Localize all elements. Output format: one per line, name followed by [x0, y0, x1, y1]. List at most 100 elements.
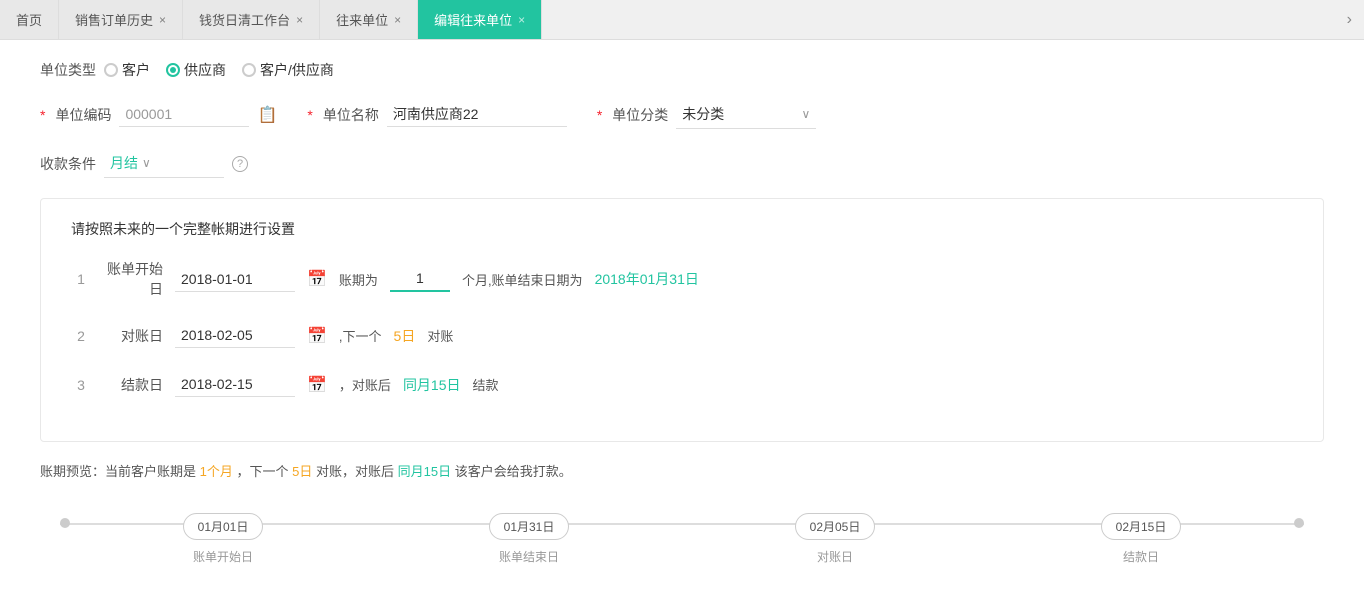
- unit-type-label: 单位类型: [40, 60, 96, 80]
- row-3-highlight: 同月15日: [403, 375, 461, 395]
- unit-type-row: 单位类型 客户 供应商 客户/供应商: [40, 60, 1324, 80]
- unit-name-label: 单位名称: [323, 105, 379, 125]
- radio-customer-label: 客户: [122, 60, 150, 80]
- row-3-date-input[interactable]: [175, 372, 295, 397]
- preview-part1: 1个月: [200, 464, 233, 479]
- row-3-suffix: 结款: [473, 375, 499, 394]
- timeline-label-1: 账单开始日: [193, 548, 253, 565]
- unit-category-chevron-icon: ∨: [801, 107, 810, 121]
- preview-sep2: 对账，对账后: [316, 464, 394, 479]
- row-3-prefix: ，对账后: [339, 375, 391, 394]
- payment-term-field: 收款条件 月结 ∨ ?: [40, 149, 248, 178]
- timeline-label-4: 结款日: [1123, 548, 1159, 565]
- unit-name-field: * 单位名称: [307, 102, 566, 127]
- row-2-date-input[interactable]: [175, 323, 295, 348]
- timeline-right-dot: [1294, 518, 1304, 528]
- preview-part2: 5日: [292, 464, 312, 479]
- timeline-nodes: 01月01日 账单开始日 01月31日 账单结束日 02月05日 对账日: [70, 513, 1294, 565]
- tab-more-button[interactable]: ›: [1335, 0, 1364, 39]
- row-2-label: 对账日: [103, 326, 163, 346]
- settlement-row-2: 2 对账日 📅 ,下一个 5日 对账: [71, 323, 1293, 348]
- timeline-label-2: 账单结束日: [499, 548, 559, 565]
- radio-customer-circle: [104, 63, 118, 77]
- timeline-node-2: 01月31日 账单结束日: [489, 513, 570, 565]
- row-3-num: 3: [71, 377, 91, 393]
- timeline-node-1: 01月01日 账单开始日: [183, 513, 264, 565]
- settlement-row-1: 1 账单开始日 📅 账期为 个月,账单结束日期为 2018年01月31日: [71, 259, 1293, 299]
- preview-text: 账期预览：当前客户账期是 1个月 ，下一个 5日 对账，对账后 同月15日 该客…: [40, 462, 1324, 483]
- row-3-calendar-icon[interactable]: 📅: [307, 375, 327, 395]
- tab-cashflow-close[interactable]: ×: [296, 13, 303, 27]
- unit-category-value: 未分类: [682, 104, 724, 124]
- tab-units[interactable]: 往来单位 ×: [320, 0, 418, 39]
- tab-units-close[interactable]: ×: [394, 13, 401, 27]
- preview-part3: 同月15日: [398, 464, 451, 479]
- settlement-row-3: 3 结款日 📅 ，对账后 同月15日 结款: [71, 372, 1293, 397]
- payment-term-select[interactable]: 月结 ∨: [104, 149, 224, 178]
- tab-sales-history-label: 销售订单历史: [75, 10, 153, 29]
- tab-cashflow[interactable]: 钱货日清工作台 ×: [183, 0, 320, 39]
- tab-edit-unit-close[interactable]: ×: [518, 13, 525, 27]
- unit-category-required: *: [597, 107, 602, 123]
- preview-sep1: ，下一个: [237, 464, 289, 479]
- unit-name-required: *: [307, 107, 312, 123]
- unit-code-required: *: [40, 107, 45, 123]
- radio-supplier-label: 供应商: [184, 60, 226, 80]
- timeline-node-3: 02月05日 对账日: [795, 513, 876, 565]
- payment-term-chevron-icon: ∨: [142, 156, 151, 170]
- unit-category-select[interactable]: 未分类 ∨: [676, 100, 816, 129]
- timeline-left-dot: [60, 518, 70, 528]
- row-1-num: 1: [71, 271, 91, 287]
- code-name-category-row: * 单位编码 📋 * 单位名称 * 单位分类 未分类 ∨: [40, 100, 1324, 129]
- unit-code-input[interactable]: [119, 102, 249, 127]
- row-1-calendar-icon[interactable]: 📅: [307, 269, 327, 289]
- unit-code-calendar-icon[interactable]: 📋: [257, 105, 277, 125]
- tab-sales-history[interactable]: 销售订单历史 ×: [59, 0, 183, 39]
- row-2-prefix: ,下一个: [339, 326, 382, 345]
- payment-term-value: 月结: [110, 153, 138, 173]
- payment-term-row: 收款条件 月结 ∨ ?: [40, 149, 1324, 178]
- row-2-calendar-icon[interactable]: 📅: [307, 326, 327, 346]
- timeline-bubble-3: 02月05日: [795, 513, 876, 540]
- row-1-label: 账单开始日: [103, 259, 163, 299]
- tab-cashflow-label: 钱货日清工作台: [199, 10, 290, 29]
- settlement-panel: 请按照未来的一个完整帐期进行设置 1 账单开始日 📅 账期为 个月,账单结束日期…: [40, 198, 1324, 442]
- row-2-num: 2: [71, 328, 91, 344]
- row-1-desc-before: 账期为: [339, 270, 378, 289]
- unit-name-input[interactable]: [387, 102, 567, 127]
- panel-title: 请按照未来的一个完整帐期进行设置: [71, 219, 1293, 239]
- timeline-container: 01月01日 账单开始日 01月31日 账单结束日 02月05日 对账日: [40, 513, 1324, 565]
- timeline-label-3: 对账日: [817, 548, 853, 565]
- timeline: 01月01日 账单开始日 01月31日 账单结束日 02月05日 对账日: [60, 513, 1304, 565]
- radio-supplier[interactable]: 供应商: [166, 60, 226, 80]
- preview-suffix: 该客户会给我打款。: [455, 464, 572, 479]
- row-1-months-input[interactable]: [390, 266, 450, 292]
- timeline-bubble-1: 01月01日: [183, 513, 264, 540]
- payment-term-label: 收款条件: [40, 154, 96, 174]
- main-content: 单位类型 客户 供应商 客户/供应商 * 单位编码: [0, 40, 1364, 608]
- radio-both-circle: [242, 63, 256, 77]
- row-2-suffix: 对账: [427, 326, 453, 345]
- tab-bar: 首页 销售订单历史 × 钱货日清工作台 × 往来单位 × 编辑往来单位 × ›: [0, 0, 1364, 40]
- radio-group-unit-type: 客户 供应商 客户/供应商: [104, 60, 334, 80]
- unit-type-field: 单位类型 客户 供应商 客户/供应商: [40, 60, 334, 80]
- unit-category-field: * 单位分类 未分类 ∨: [597, 100, 816, 129]
- timeline-node-4: 02月15日 结款日: [1101, 513, 1182, 565]
- tab-units-label: 往来单位: [336, 10, 388, 29]
- timeline-bubble-2: 01月31日: [489, 513, 570, 540]
- timeline-bubble-4: 02月15日: [1101, 513, 1182, 540]
- tab-edit-unit[interactable]: 编辑往来单位 ×: [418, 0, 542, 39]
- tab-edit-unit-label: 编辑往来单位: [434, 10, 512, 29]
- row-3-label: 结款日: [103, 375, 163, 395]
- tab-sales-history-close[interactable]: ×: [159, 13, 166, 27]
- row-1-end-date: 2018年01月31日: [595, 269, 699, 289]
- row-1-date-input[interactable]: [175, 267, 295, 292]
- payment-term-help-icon[interactable]: ?: [232, 156, 248, 172]
- radio-both-label: 客户/供应商: [260, 60, 334, 80]
- row-2-highlight: 5日: [394, 326, 416, 346]
- unit-category-label: 单位分类: [612, 105, 668, 125]
- radio-customer[interactable]: 客户: [104, 60, 150, 80]
- tab-home[interactable]: 首页: [0, 0, 59, 39]
- radio-both[interactable]: 客户/供应商: [242, 60, 334, 80]
- radio-supplier-circle: [166, 63, 180, 77]
